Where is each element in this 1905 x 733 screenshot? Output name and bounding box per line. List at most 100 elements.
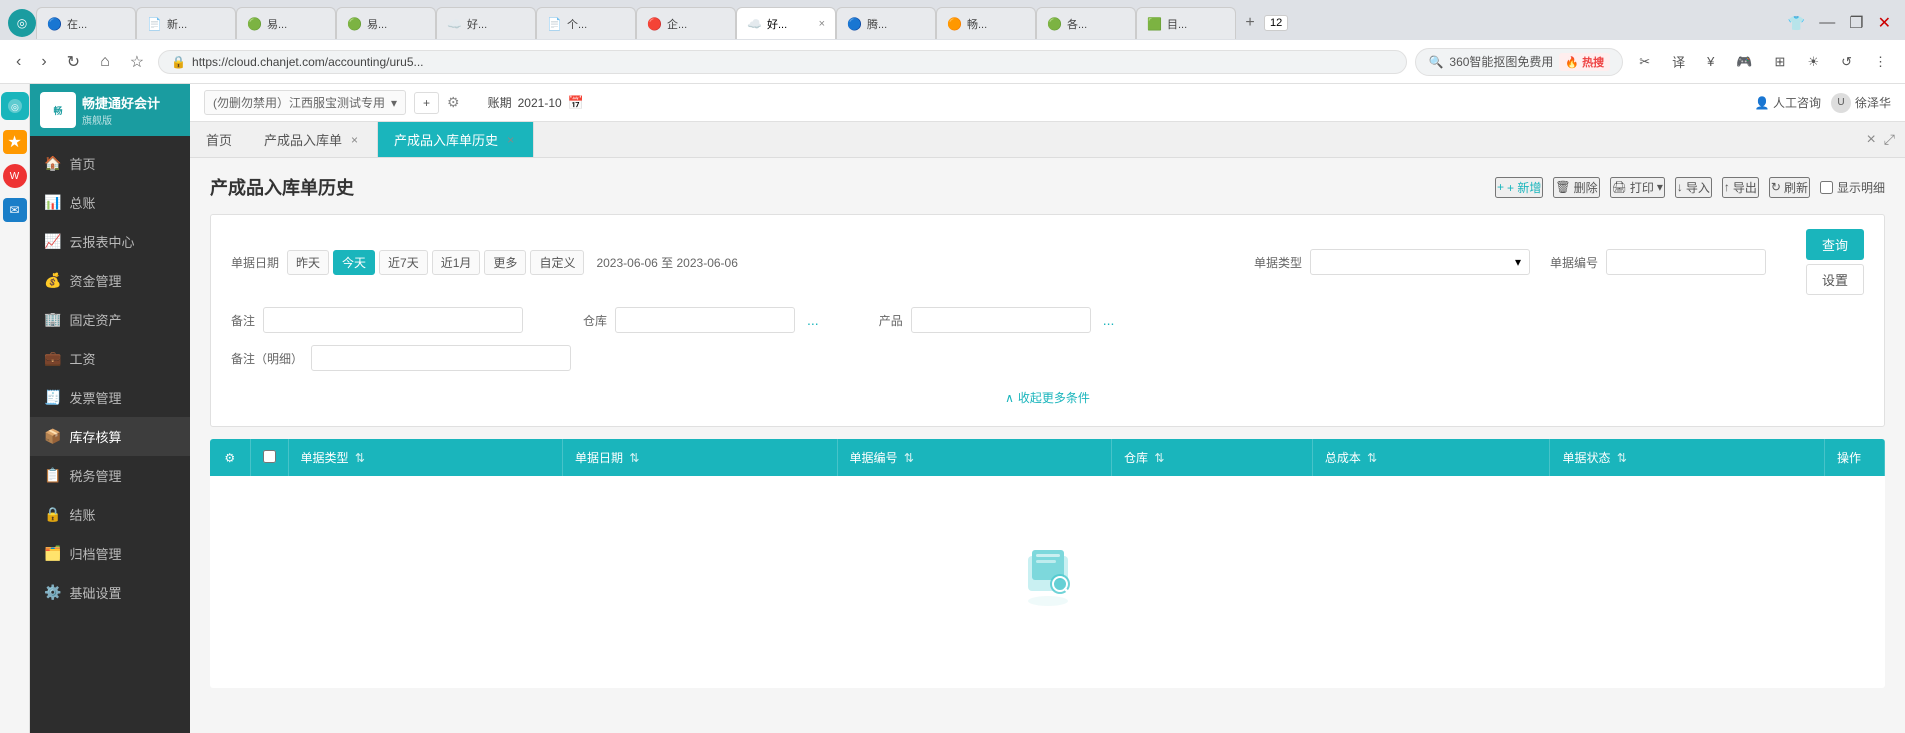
show-fields-checkbox[interactable]	[1820, 181, 1833, 194]
home-btn[interactable]: ⌂	[94, 50, 116, 74]
refresh-btn[interactable]: ↻ 刷新	[1769, 177, 1810, 198]
sidebar-item-archive[interactable]: 🗂️ 归档管理	[30, 534, 190, 573]
undo-btn[interactable]: ↺	[1833, 51, 1860, 73]
sidebar-item-home[interactable]: 🏠 首页	[30, 144, 190, 183]
product-input[interactable]	[911, 307, 1091, 333]
col-total-cost[interactable]: 总成本 ⇅	[1312, 439, 1550, 476]
select-all-checkbox[interactable]	[263, 450, 276, 463]
page-close-btn[interactable]: ×	[1866, 131, 1875, 149]
gamepad-btn[interactable]: 🎮	[1728, 51, 1760, 73]
page-tab-2[interactable]: 产成品入库单历史 ×	[378, 122, 534, 157]
browser-tab-10[interactable]: 🟠 畅...	[936, 7, 1036, 39]
back-btn[interactable]: ‹	[10, 50, 27, 74]
product-dots[interactable]: ...	[1103, 312, 1115, 328]
print-btn[interactable]: 🖨 打印 ▾	[1610, 177, 1665, 198]
new-btn[interactable]: + + 新增	[1495, 177, 1543, 198]
browser-tab-5[interactable]: ☁️ 好...	[436, 7, 536, 39]
bill-type-select[interactable]: ▾	[1310, 249, 1530, 275]
reload-btn[interactable]: ↻	[61, 49, 86, 75]
weibo-icon[interactable]: W	[3, 164, 27, 188]
sidebar-item-report[interactable]: 📈 云报表中心	[30, 222, 190, 261]
sidebar-item-inventory[interactable]: 📦 库存核算	[30, 417, 190, 456]
breadcrumb-home[interactable]: 首页	[190, 122, 248, 157]
page-expand-btn[interactable]: ⤢	[1884, 131, 1895, 148]
shirt-icon-btn[interactable]: 👕	[1782, 12, 1811, 35]
sidebar-item-salary[interactable]: 💼 工资	[30, 339, 190, 378]
user-profile-btn[interactable]: U 徐泽华	[1831, 93, 1891, 113]
sidebar-item-cash[interactable]: 💰 资金管理	[30, 261, 190, 300]
remarks-detail-input[interactable]	[311, 345, 571, 371]
tab-close-8[interactable]: ×	[819, 18, 825, 30]
maximize-btn[interactable]: ❐	[1843, 10, 1869, 36]
browser-tab-8[interactable]: ☁️ 好... ×	[736, 7, 836, 39]
col-bill-type[interactable]: 单据类型 ⇅	[288, 439, 563, 476]
warehouse-dots[interactable]: ...	[807, 312, 819, 328]
browser-tab-2[interactable]: 📄 新...	[136, 7, 236, 39]
tab2-close[interactable]: ×	[504, 133, 517, 147]
bill-no-input[interactable]	[1606, 249, 1766, 275]
sidebar-item-ledger[interactable]: 📊 总账	[30, 183, 190, 222]
page-tab-1[interactable]: 产成品入库单 ×	[248, 122, 378, 157]
quick-icon-1[interactable]: ★	[3, 130, 27, 154]
col-gear[interactable]: ⚙	[210, 439, 250, 476]
warehouse-input[interactable]	[615, 307, 795, 333]
scissors-btn[interactable]: ✂	[1631, 51, 1658, 73]
browser-tab-12[interactable]: 🟩 目...	[1136, 7, 1236, 39]
period-calendar-btn[interactable]: 📅	[568, 95, 584, 111]
col-bill-no[interactable]: 单据编号 ⇅	[837, 439, 1112, 476]
sidebar-item-basic[interactable]: ⚙️ 基础设置	[30, 573, 190, 612]
grid-btn[interactable]: ⊞	[1767, 51, 1794, 73]
add-account-btn[interactable]: +	[414, 92, 439, 114]
account-settings-btn[interactable]: ⚙	[447, 94, 460, 111]
currency-btn[interactable]: ¥	[1699, 51, 1722, 72]
import-btn[interactable]: ↓ 导入	[1675, 177, 1712, 198]
1month-btn[interactable]: 近1月	[432, 250, 481, 275]
minimize-btn[interactable]: —	[1813, 11, 1841, 35]
sidebar-item-invoice[interactable]: 🧾 发票管理	[30, 378, 190, 417]
col-bill-date[interactable]: 单据日期 ⇅	[563, 439, 838, 476]
icon-sidebar: ◎ ★ W ✉	[0, 84, 30, 733]
ai-service-btn[interactable]: 👤 人工咨询	[1755, 94, 1821, 111]
tab-add-btn[interactable]: +	[1236, 9, 1264, 37]
query-btn[interactable]: 查询	[1806, 229, 1864, 260]
browser-tab-1[interactable]: 🔵 在...	[36, 7, 136, 39]
browser-tab-4[interactable]: 🟢 易...	[336, 7, 436, 39]
custom-btn[interactable]: 自定义	[530, 250, 584, 275]
bill-date-sort-icon: ⇅	[629, 451, 639, 465]
forward-btn[interactable]: ›	[35, 50, 52, 74]
settings-gear-btn[interactable]: ⋮	[1866, 51, 1895, 73]
app-logo-icon[interactable]: ◎	[1, 92, 29, 120]
nav-circle-btn[interactable]: ◎	[8, 9, 36, 37]
more-btn[interactable]: 更多	[484, 250, 526, 275]
browser-tab-11[interactable]: 🟢 各...	[1036, 7, 1136, 39]
account-selector[interactable]: (勿删勿禁用）江西服宝测试专用 ▾	[204, 90, 406, 115]
close-btn[interactable]: ✕	[1872, 10, 1897, 36]
export-btn[interactable]: ↑ 导出	[1722, 177, 1759, 198]
translate-btn[interactable]: 译	[1664, 49, 1693, 74]
tab1-close[interactable]: ×	[348, 133, 361, 147]
col-checkbox[interactable]	[250, 439, 288, 476]
filter-settings-btn[interactable]: 设置	[1806, 264, 1864, 295]
yesterday-btn[interactable]: 昨天	[287, 250, 329, 275]
search-360-bar[interactable]: 🔍 360智能抠图免费用 🔥 热搜	[1415, 48, 1623, 76]
collapse-bar[interactable]: ∧ 收起更多条件	[231, 383, 1864, 412]
address-bar[interactable]: 🔒 https://cloud.chanjet.com/accounting/u…	[158, 50, 1407, 74]
col-warehouse[interactable]: 仓库 ⇅	[1112, 439, 1313, 476]
delete-btn[interactable]: 🗑 删除	[1553, 177, 1599, 198]
browser-tab-6[interactable]: 📄 个...	[536, 7, 636, 39]
mail-icon[interactable]: ✉	[3, 198, 27, 222]
sidebar-item-fixed[interactable]: 🏢 固定资产	[30, 300, 190, 339]
browser-tab-3[interactable]: 🟢 易...	[236, 7, 336, 39]
bookmark-btn[interactable]: ☆	[124, 49, 150, 75]
col-bill-status[interactable]: 单据状态 ⇅	[1550, 439, 1825, 476]
remarks-input[interactable]	[263, 307, 523, 333]
theme-btn[interactable]: ☀	[1799, 51, 1827, 73]
sidebar-item-settlement[interactable]: 🔒 结账	[30, 495, 190, 534]
show-fields-toggle[interactable]: 显示明细	[1820, 179, 1885, 196]
7days-btn[interactable]: 近7天	[379, 250, 428, 275]
today-btn[interactable]: 今天	[333, 250, 375, 275]
browser-tab-9[interactable]: 🔵 腾...	[836, 7, 936, 39]
col-bill-type-label: 单据类型	[301, 451, 349, 465]
sidebar-item-tax[interactable]: 📋 税务管理	[30, 456, 190, 495]
browser-tab-7[interactable]: 🔴 企...	[636, 7, 736, 39]
